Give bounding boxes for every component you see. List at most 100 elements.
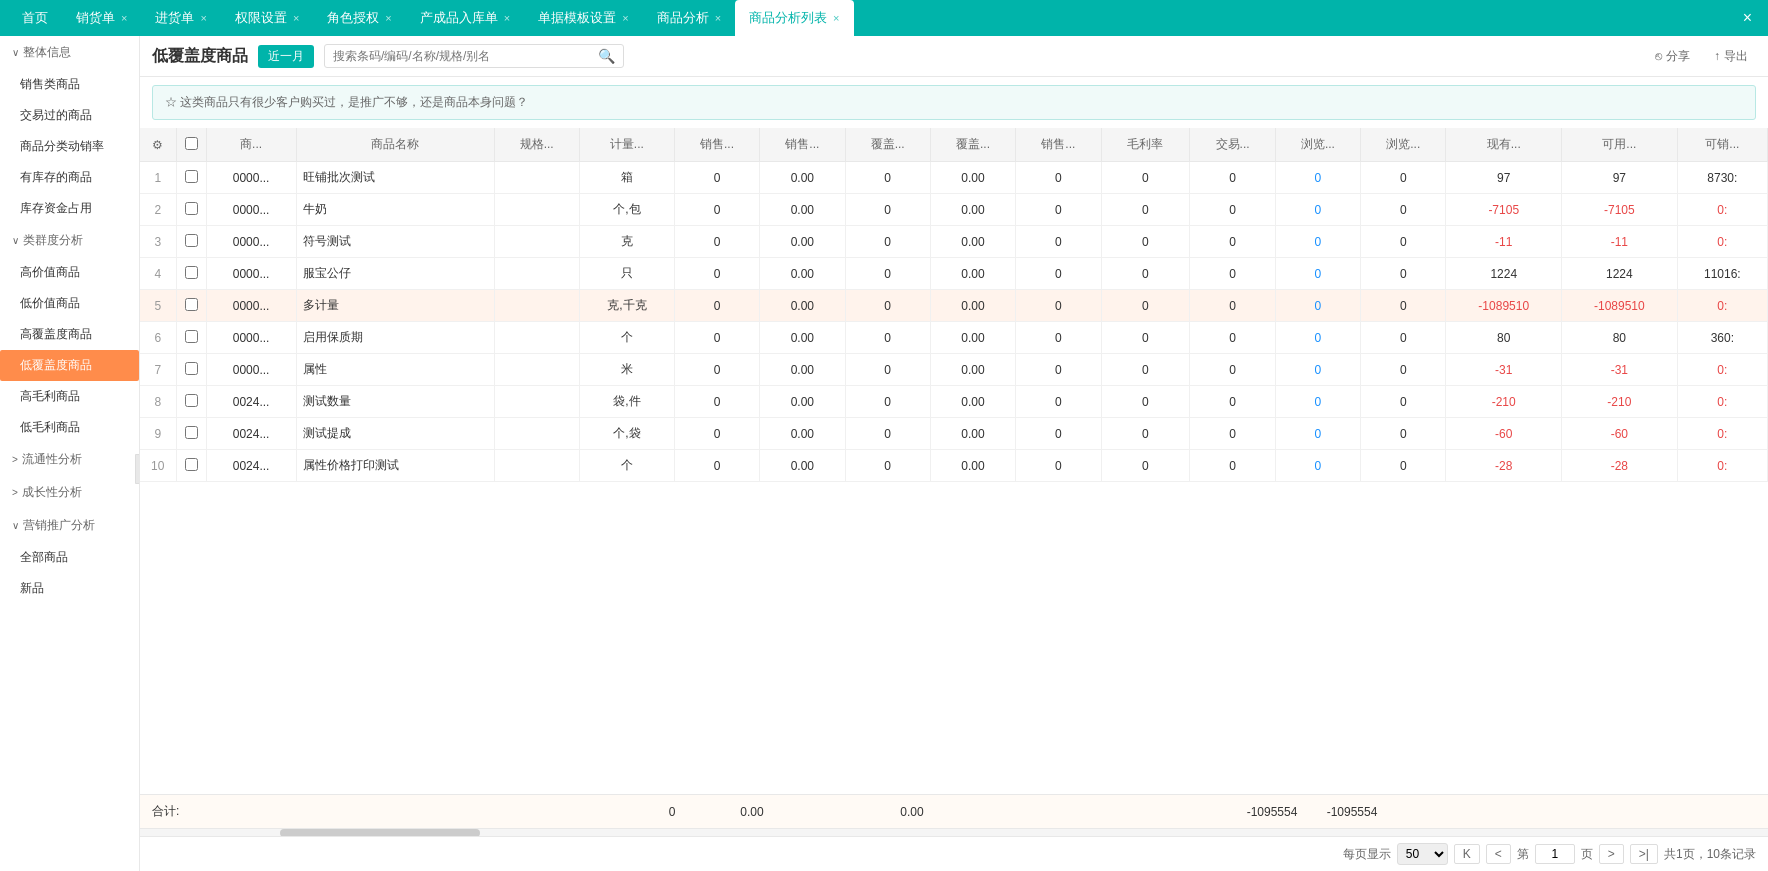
sidebar-item-low-coverage[interactable]: 低覆盖度商品 [0,350,139,381]
select-all-checkbox[interactable] [185,137,198,150]
nav-product-analysis[interactable]: 商品分析 × [643,0,735,36]
row-browse1[interactable]: 0 [1275,290,1360,322]
row-stock2: 80 [1562,322,1678,354]
row-checkbox[interactable] [176,290,206,322]
row-browse1[interactable]: 0 [1275,450,1360,482]
col-sales-amt-header[interactable]: 销售... [760,128,845,162]
nav-home[interactable]: 首页 [8,0,62,36]
row-browse1[interactable]: 0 [1275,322,1360,354]
nav-product-analysis-list-close[interactable]: × [833,0,839,36]
export-button[interactable]: ↑ 导出 [1706,45,1756,68]
first-page-button[interactable]: K [1454,844,1480,864]
col-sales-qty-header[interactable]: 销售... [674,128,759,162]
row-checkbox[interactable] [176,322,206,354]
share-button[interactable]: ⎋ 分享 [1647,45,1698,68]
row-code: 0000... [206,194,296,226]
sidebar-item-high-margin[interactable]: 高毛利商品 [0,381,139,412]
date-filter-button[interactable]: 近一月 [258,45,314,68]
col-stock2-header[interactable]: 可用... [1562,128,1678,162]
col-stock3-header[interactable]: 可销... [1677,128,1767,162]
row-margin: 0 [1101,354,1190,386]
search-icon[interactable]: 🔍 [598,48,615,64]
sidebar-item-new-goods[interactable]: 新品 [0,573,139,604]
sidebar-item-stocked-goods[interactable]: 有库存的商品 [0,162,139,193]
row-cover2: 0.00 [930,162,1015,194]
col-browse2-header[interactable]: 浏览... [1361,128,1446,162]
row-checkbox[interactable] [176,354,206,386]
table-container[interactable]: ⚙ 商... 商品名称 规格... 计量... 销售... 销售... 覆盖..… [140,128,1768,794]
col-trade-header[interactable]: 交易... [1190,128,1275,162]
col-margin-header[interactable]: 毛利率 [1101,128,1190,162]
row-browse1[interactable]: 0 [1275,418,1360,450]
nav-role-close[interactable]: × [385,0,391,36]
page-number-input[interactable] [1535,844,1575,864]
nav-product-analysis-list[interactable]: 商品分析列表 × [735,0,853,36]
row-checkbox[interactable] [176,386,206,418]
sidebar-section-overall[interactable]: ∨ 整体信息 [0,36,139,69]
row-spec [494,386,579,418]
sidebar-item-all-goods[interactable]: 全部商品 [0,542,139,573]
nav-permission[interactable]: 权限设置 × [221,0,313,36]
col-cover2-header[interactable]: 覆盖... [930,128,1015,162]
sidebar-section-growth[interactable]: > 成长性分析 [0,476,139,509]
col-cover1-header[interactable]: 覆盖... [845,128,930,162]
col-spec-header[interactable]: 规格... [494,128,579,162]
sidebar-section-marketing[interactable]: ∨ 营销推广分析 [0,509,139,542]
sidebar-item-low-margin[interactable]: 低毛利商品 [0,412,139,443]
nav-permission-close[interactable]: × [293,0,299,36]
row-browse1[interactable]: 0 [1275,258,1360,290]
sidebar-item-sales-goods[interactable]: 销售类商品 [0,69,139,100]
col-stock1-header[interactable]: 现有... [1446,128,1562,162]
col-code-header[interactable]: 商... [206,128,296,162]
last-page-button[interactable]: >| [1630,844,1658,864]
row-margin: 0 [1101,258,1190,290]
nav-template[interactable]: 单据模板设置 × [524,0,642,36]
sidebar-section-group[interactable]: ∨ 类群度分析 [0,224,139,257]
per-page-select[interactable]: 50 20 100 200 [1397,843,1448,865]
sidebar-item-traded-goods[interactable]: 交易过的商品 [0,100,139,131]
row-checkbox[interactable] [176,226,206,258]
row-browse1[interactable]: 0 [1275,386,1360,418]
row-checkbox[interactable] [176,162,206,194]
nav-sales[interactable]: 销货单 × [62,0,141,36]
sidebar-item-high-value[interactable]: 高价值商品 [0,257,139,288]
nav-template-close[interactable]: × [622,0,628,36]
summary-spacer2 [792,805,872,819]
row-checkbox[interactable] [176,258,206,290]
row-browse1[interactable]: 0 [1275,162,1360,194]
nav-product-storage-close[interactable]: × [504,0,510,36]
sidebar-item-high-coverage[interactable]: 高覆盖度商品 [0,319,139,350]
window-close[interactable]: × [1735,9,1760,27]
sidebar-section-flow[interactable]: > 流通性分析 [0,443,139,476]
nav-sales-close[interactable]: × [121,0,127,36]
nav-product-storage[interactable]: 产成品入库单 × [406,0,524,36]
nav-purchase-close[interactable]: × [200,0,206,36]
col-browse1-header[interactable]: 浏览... [1275,128,1360,162]
row-checkbox[interactable] [176,450,206,482]
row-browse1[interactable]: 0 [1275,194,1360,226]
row-sales-amt: 0.00 [760,322,845,354]
col-settings[interactable]: ⚙ [140,128,176,162]
prev-page-button[interactable]: < [1486,844,1511,864]
sidebar-collapse-button[interactable]: « [135,454,140,484]
row-num: 9 [140,418,176,450]
row-checkbox[interactable] [176,194,206,226]
row-stock3: 0: [1677,354,1767,386]
col-name-header[interactable]: 商品名称 [296,128,494,162]
sidebar-item-low-value[interactable]: 低价值商品 [0,288,139,319]
settings-icon[interactable]: ⚙ [152,138,163,152]
sidebar-item-stock-capital[interactable]: 库存资金占用 [0,193,139,224]
nav-product-analysis-close[interactable]: × [715,0,721,36]
row-browse1[interactable]: 0 [1275,226,1360,258]
sidebar-item-category-rate[interactable]: 商品分类动销率 [0,131,139,162]
row-stock1: -28 [1446,450,1562,482]
col-sales3-header[interactable]: 销售... [1016,128,1101,162]
col-unit-header[interactable]: 计量... [579,128,674,162]
nav-purchase[interactable]: 进货单 × [141,0,220,36]
search-input[interactable] [333,49,598,63]
next-page-button[interactable]: > [1599,844,1624,864]
row-browse1[interactable]: 0 [1275,354,1360,386]
horizontal-scrollbar[interactable] [140,828,1768,836]
row-checkbox[interactable] [176,418,206,450]
nav-role[interactable]: 角色授权 × [313,0,405,36]
